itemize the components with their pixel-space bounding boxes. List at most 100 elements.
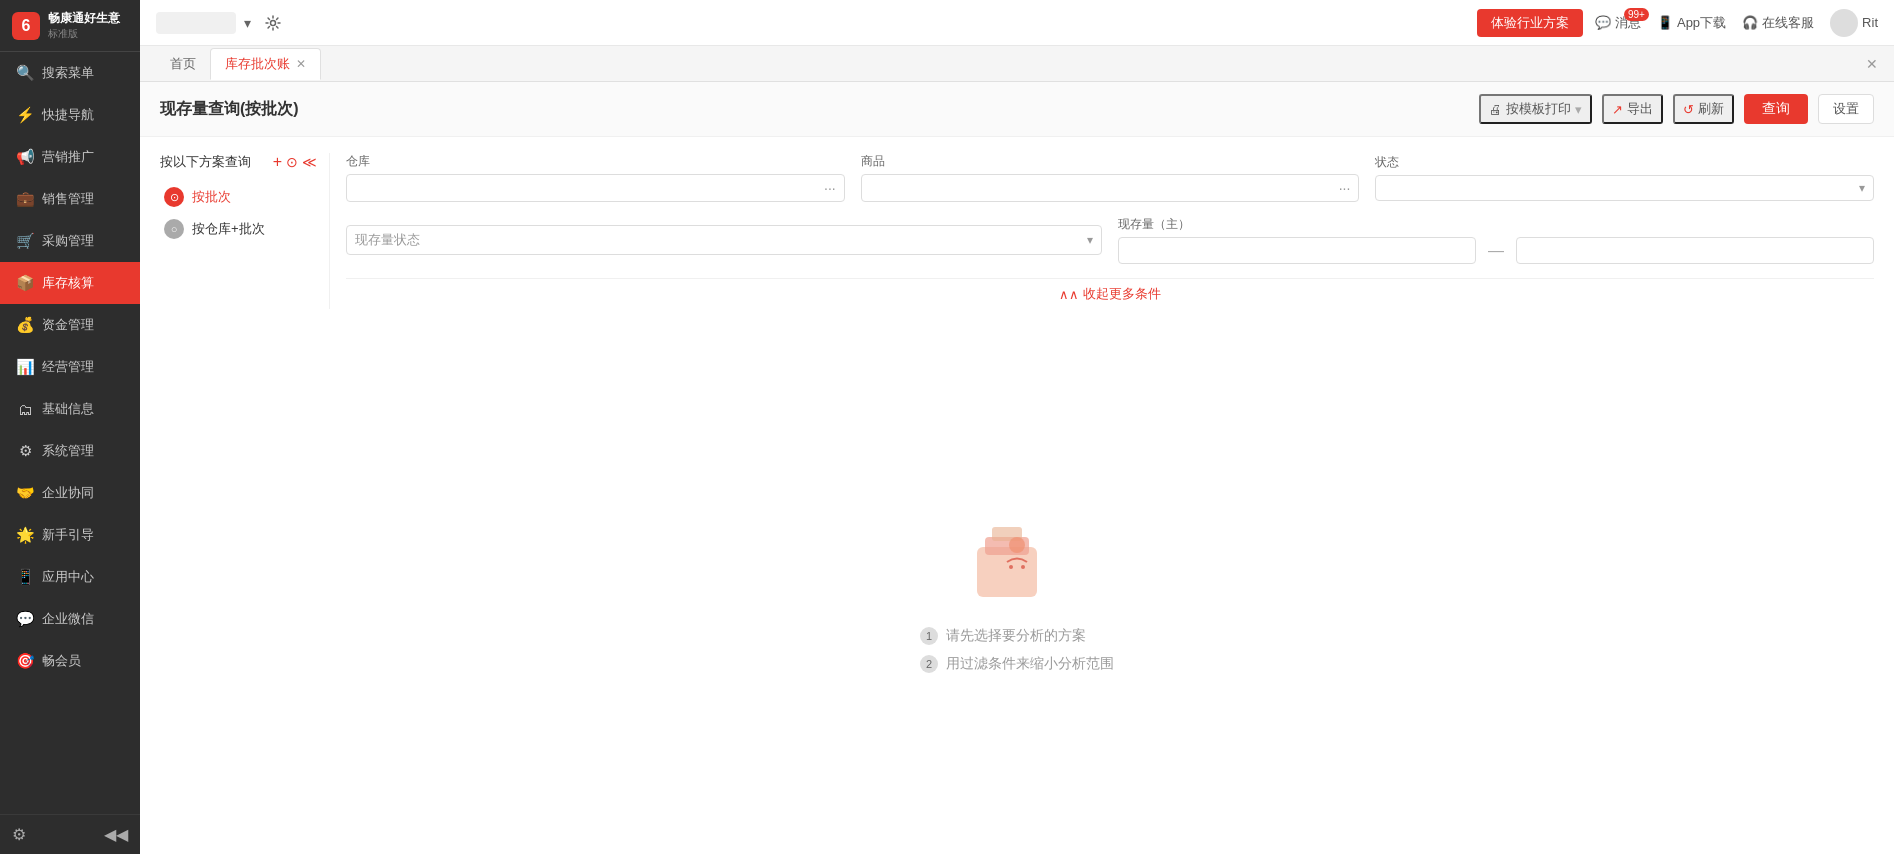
tip-text-2: 用过滤条件来缩小分析范围 [946,655,1114,673]
refresh-button[interactable]: ↺ 刷新 [1673,94,1734,124]
briefcase-icon: 💼 [16,190,34,208]
sidebar-title-block: 畅康通好生意 标准版 [48,10,120,41]
sidebar-item-finance[interactable]: 💰 资金管理 [0,304,140,346]
stock-status-dropdown-icon: ▾ [1087,233,1093,247]
tab-close-icon[interactable]: ✕ [296,57,306,71]
sidebar-item-search[interactable]: 🔍 搜索菜单 [0,52,140,94]
sidebar-item-label: 营销推广 [42,148,94,166]
messages-button[interactable]: 💬 消息 99+ [1595,14,1641,32]
scheme-item-warehouse-batch[interactable]: ○ 按仓库+批次 [160,213,317,245]
gear-icon: ⚙ [16,442,34,460]
collapse-bar[interactable]: ∧∧ 收起更多条件 [346,278,1874,309]
collapse-sidebar-icon[interactable]: ◀◀ [104,825,128,844]
settings-bottom-icon[interactable]: ⚙ [12,825,26,844]
scheme-header: 按以下方案查询 + ⊙ ≪ [160,153,317,171]
page-header: 现存量查询(按批次) 🖨 按模板打印 ▾ ↗ 导出 ↺ 刷新 查询 设置 [140,82,1894,137]
sidebar-item-guide[interactable]: 🌟 新手引导 [0,514,140,556]
sidebar-item-label: 基础信息 [42,400,94,418]
breadcrumb-input[interactable] [156,12,236,34]
sidebar-item-purchase[interactable]: 🛒 采购管理 [0,220,140,262]
query-button[interactable]: 查询 [1744,94,1808,124]
filter-area: 仓库 ··· 商品 ··· 状态 [346,153,1874,309]
handshake-icon: 🤝 [16,484,34,502]
topbar: ▾ 体验行业方案 💬 消息 99+ 📱 App下载 🎧 在线客服 [140,0,1894,46]
sidebar-item-label: 快捷导航 [42,106,94,124]
scheme-header-actions: + ⊙ ≪ [273,153,317,171]
scheme-item-warehouse-batch-label: 按仓库+批次 [192,220,265,238]
sidebar-item-label: 销售管理 [42,190,94,208]
sidebar-item-basics[interactable]: 🗂 基础信息 [0,388,140,430]
tab-home-label: 首页 [170,55,196,73]
sidebar-item-shortcuts[interactable]: ⚡ 快捷导航 [0,94,140,136]
sidebar-item-management[interactable]: 📊 经营管理 [0,346,140,388]
empty-tip-2: 2 用过滤条件来缩小分析范围 [920,655,1114,673]
sidebar-item-member[interactable]: 🎯 畅会员 [0,640,140,682]
empty-tip-1: 1 请先选择要分析的方案 [920,627,1114,645]
scheme-item-batch-label: 按批次 [192,188,231,206]
stock-main-to-wrapper[interactable] [1516,237,1874,264]
empty-tips: 1 请先选择要分析的方案 2 用过滤条件来缩小分析范围 [920,627,1114,673]
sidebar-item-sales[interactable]: 💼 销售管理 [0,178,140,220]
sidebar-item-label: 资金管理 [42,316,94,334]
sidebar: 6 畅康通好生意 标准版 🔍 搜索菜单 ⚡ 快捷导航 📢 营销推广 💼 销售管理… [0,0,140,854]
scheme-active-icon: ⊙ [164,187,184,207]
empty-illustration [957,507,1077,607]
stock-main-filter: 现存量（主） — [1118,216,1874,264]
sidebar-item-label: 经营管理 [42,358,94,376]
stock-main-from-input[interactable] [1127,243,1467,258]
trial-button[interactable]: 体验行业方案 [1477,9,1583,37]
stock-main-from-wrapper[interactable] [1118,237,1476,264]
refresh-icon: ↺ [1683,102,1694,117]
export-button[interactable]: ↗ 导出 [1602,94,1663,124]
tab-bar: 首页 库存批次账 ✕ ✕ [140,46,1894,82]
stock-status-select[interactable]: 现存量状态 ▾ [346,225,1102,255]
add-scheme-icon[interactable]: + [273,153,282,171]
folder-icon: 🗂 [16,400,34,418]
status-filter: 状态 ▾ [1375,154,1874,201]
sidebar-item-inventory[interactable]: 📦 库存核算 [0,262,140,304]
empty-state: 1 请先选择要分析的方案 2 用过滤条件来缩小分析范围 [140,325,1894,854]
warehouse-input[interactable] [355,181,820,196]
tip-text-1: 请先选择要分析的方案 [946,627,1086,645]
sidebar-item-system[interactable]: ⚙ 系统管理 [0,430,140,472]
breadcrumb-dropdown-button[interactable]: ▾ [244,15,251,31]
sidebar-item-marketing[interactable]: 📢 营销推广 [0,136,140,178]
box-icon: 📦 [16,274,34,292]
stock-main-label: 现存量（主） [1118,216,1874,233]
print-button[interactable]: 🖨 按模板打印 ▾ [1479,94,1592,124]
sidebar-item-enterprise[interactable]: 🤝 企业协同 [0,472,140,514]
messages-badge: 99+ [1624,8,1649,21]
goods-more-icon[interactable]: ··· [1339,180,1351,196]
topbar-right: 💬 消息 99+ 📱 App下载 🎧 在线客服 Rit [1595,9,1878,37]
user-button[interactable]: Rit [1830,9,1878,37]
sidebar-item-apps[interactable]: 📱 应用中心 [0,556,140,598]
topbar-settings-button[interactable] [259,9,287,37]
panel-close-button[interactable]: ✕ [1866,56,1878,72]
sidebar-item-wechat[interactable]: 💬 企业微信 [0,598,140,640]
tab-inventory-batch[interactable]: 库存批次账 ✕ [210,48,321,80]
warehouse-more-icon[interactable]: ··· [824,180,836,196]
cart-icon: 🛒 [16,232,34,250]
warehouse-input-wrapper[interactable]: ··· [346,174,845,202]
status-select[interactable]: ▾ [1375,175,1874,201]
goods-input[interactable] [870,181,1335,196]
scheme-item-batch[interactable]: ⊙ 按批次 [160,181,317,213]
stock-main-to-input[interactable] [1525,243,1865,258]
settings-button[interactable]: 设置 [1818,94,1874,124]
scheme-sidebar: 按以下方案查询 + ⊙ ≪ ⊙ 按批次 ○ 按仓库+批次 [160,153,330,309]
app-download-button[interactable]: 📱 App下载 [1657,14,1726,32]
search-icon: 🔍 [16,64,34,82]
filter-row-2: 现存量状态 ▾ 现存量（主） — [346,216,1874,264]
sidebar-item-label: 新手引导 [42,526,94,544]
scheme-header-label: 按以下方案查询 [160,153,251,171]
tab-home[interactable]: 首页 [156,49,210,79]
app-version: 标准版 [48,27,120,41]
manage-scheme-icon[interactable]: ⊙ [286,154,298,170]
sidebar-header: 6 畅康通好生意 标准版 [0,0,140,52]
goods-input-wrapper[interactable]: ··· [861,174,1360,202]
print-icon: 🖨 [1489,102,1502,117]
export-icon: ↗ [1612,102,1623,117]
collapse-scheme-icon[interactable]: ≪ [302,154,317,170]
online-service-button[interactable]: 🎧 在线客服 [1742,14,1814,32]
lightning-icon: ⚡ [16,106,34,124]
